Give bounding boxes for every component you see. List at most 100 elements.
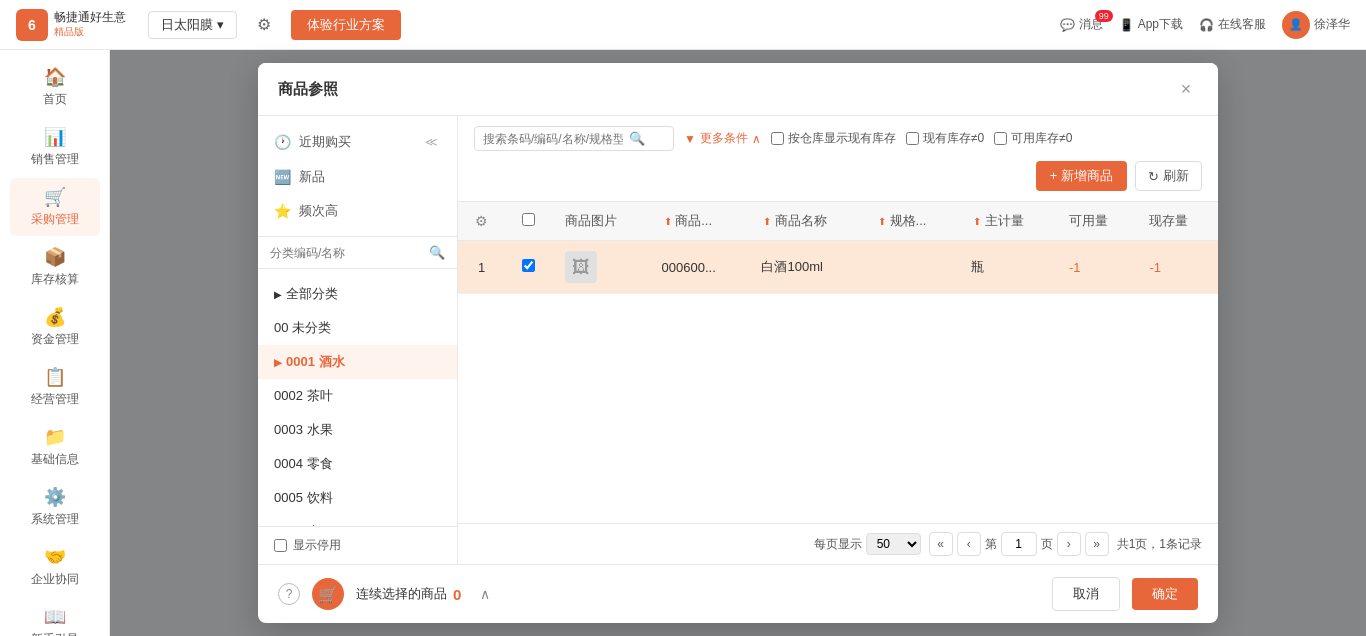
- help-button[interactable]: ?: [278, 583, 300, 605]
- confirm-button[interactable]: 确定: [1132, 578, 1198, 610]
- left-panel-tabs: 🕐 近期购买 ≪ 🆕 新品 ⭐ 频次高: [258, 116, 457, 237]
- sidebar-item-sales[interactable]: 📊 销售管理: [10, 118, 100, 176]
- page-input[interactable]: [1001, 532, 1037, 556]
- cat-all[interactable]: ▶ 全部分类: [258, 277, 457, 311]
- show-disabled-checkbox[interactable]: [274, 539, 287, 552]
- table-row[interactable]: 1 🖼 000600... 白酒100ml: [458, 241, 1218, 294]
- refresh-button[interactable]: ↻ 刷新: [1135, 161, 1202, 191]
- dropdown-label: 日太阳膜: [161, 16, 213, 34]
- warehouse-stock-input[interactable]: [771, 132, 784, 145]
- available-stock-input[interactable]: [994, 132, 1007, 145]
- per-page-select[interactable]: 50 100 200: [866, 533, 921, 555]
- user-item[interactable]: 👤 徐泽华: [1282, 11, 1350, 39]
- category-search-bar: 🔍: [258, 237, 457, 269]
- categories-list: ▶ 全部分类 00 未分类 ▶ 0001 酒水 0002 茶: [258, 269, 457, 526]
- footer-collapse-icon[interactable]: ∧: [473, 582, 497, 606]
- col-available-label: 可用量: [1069, 213, 1108, 228]
- app-label: App下载: [1138, 16, 1183, 33]
- add-product-button[interactable]: + 新增商品: [1036, 161, 1127, 191]
- cat-tea[interactable]: 0002 茶叶: [258, 379, 457, 413]
- product-search-box: 🔍: [474, 126, 674, 151]
- show-disabled-label: 显示停用: [293, 537, 341, 554]
- page-first-btn[interactable]: «: [929, 532, 953, 556]
- modal-overlay: 商品参照 × 🕐 近期购买 ≪ �: [110, 50, 1366, 636]
- cat-label-snack: 0004 零食: [274, 455, 333, 473]
- current-stock-label: 现有库存≠0: [923, 130, 984, 147]
- sidebar-label-basics: 基础信息: [31, 451, 79, 468]
- available-stock-label: 可用库存≠0: [1011, 130, 1072, 147]
- settings-icon[interactable]: ⚙: [249, 10, 279, 40]
- cat-alcohol[interactable]: ▶ 0001 酒水: [258, 345, 457, 379]
- col-settings-icon[interactable]: ⚙: [475, 213, 488, 229]
- sidebar-label-sales: 销售管理: [31, 151, 79, 168]
- username-label: 徐泽华: [1314, 16, 1350, 33]
- cat-unclassified[interactable]: 00 未分类: [258, 311, 457, 345]
- sidebar-label-guide: 新手引导: [31, 631, 79, 636]
- cancel-button[interactable]: 取消: [1052, 577, 1120, 611]
- message-item[interactable]: 💬 消息 99: [1060, 16, 1103, 33]
- sidebar: 🏠 首页 📊 销售管理 🛒 采购管理 📦 库存核算 💰 资金管理 📋 经营管理 …: [0, 50, 110, 636]
- product-reference-modal: 商品参照 × 🕐 近期购买 ≪ �: [258, 63, 1218, 623]
- sidebar-item-inventory[interactable]: 📦 库存核算: [10, 238, 100, 296]
- dropdown-selector[interactable]: 日太阳膜 ▾: [148, 11, 237, 39]
- headset-icon: 🎧: [1199, 18, 1214, 32]
- sort-icon-spec: ⬆: [878, 216, 886, 227]
- modal-body: 🕐 近期购买 ≪ 🆕 新品 ⭐ 频次高: [258, 116, 1218, 564]
- select-all-checkbox[interactable]: [522, 213, 535, 226]
- checkbox-warehouse-stock[interactable]: 按仓库显示现有库存: [771, 130, 896, 147]
- cat-fruit[interactable]: 0003 水果: [258, 413, 457, 447]
- sidebar-item-finance[interactable]: 💰 资金管理: [10, 298, 100, 356]
- category-search-input[interactable]: [270, 246, 423, 260]
- filter-more-btn[interactable]: ▼ 更多条件 ∧: [684, 130, 761, 147]
- filter-icon: ▼: [684, 132, 696, 146]
- system-icon: ⚙️: [44, 486, 66, 508]
- tab-recent-purchase[interactable]: 🕐 近期购买 ≪: [258, 124, 457, 160]
- filter-more-label: 更多条件: [700, 130, 748, 147]
- page-next-btn[interactable]: ›: [1057, 532, 1081, 556]
- inventory-icon: 📦: [44, 246, 66, 268]
- app-download-item[interactable]: 📱 App下载: [1119, 16, 1183, 33]
- checkbox-available-stock[interactable]: 可用库存≠0: [994, 130, 1072, 147]
- row-available-cell: -1: [1057, 241, 1137, 294]
- cat-snack[interactable]: 0004 零食: [258, 447, 457, 481]
- per-page-selector: 每页显示 50 100 200: [814, 533, 921, 555]
- cat-water[interactable]: 0008 水: [258, 515, 457, 526]
- cart-icon[interactable]: 🛒: [312, 578, 344, 610]
- footer-selected-text: 连续选择的商品 0: [356, 585, 461, 603]
- sidebar-label-home: 首页: [43, 91, 67, 108]
- sidebar-item-purchase[interactable]: 🛒 采购管理: [10, 178, 100, 236]
- tab-high-frequency[interactable]: ⭐ 频次高: [258, 194, 457, 228]
- col-spec-header: ⬆ 规格...: [864, 202, 959, 241]
- tab-new-product[interactable]: 🆕 新品: [258, 160, 457, 194]
- sidebar-item-home[interactable]: 🏠 首页: [10, 58, 100, 116]
- category-search-icon[interactable]: 🔍: [429, 245, 445, 260]
- col-settings: ⚙: [458, 202, 505, 241]
- content-area: 商品参照 × 🕐 近期购买 ≪ �: [110, 50, 1366, 636]
- collapse-icon[interactable]: ≪: [421, 132, 441, 152]
- col-name-label: 商品名称: [775, 213, 827, 228]
- product-search-icon[interactable]: 🔍: [629, 131, 645, 146]
- logo-text: 畅捷通好生意: [54, 10, 126, 26]
- sidebar-item-operations[interactable]: 📋 经营管理: [10, 358, 100, 416]
- service-item[interactable]: 🎧 在线客服: [1199, 16, 1266, 33]
- sidebar-item-basics[interactable]: 📁 基础信息: [10, 418, 100, 476]
- modal-close-button[interactable]: ×: [1174, 77, 1198, 101]
- page-prev-btn[interactable]: ‹: [957, 532, 981, 556]
- trial-button[interactable]: 体验行业方案: [291, 10, 401, 40]
- product-search-input[interactable]: [483, 132, 623, 146]
- current-stock-input[interactable]: [906, 132, 919, 145]
- per-page-label: 每页显示: [814, 536, 862, 553]
- page-last-btn[interactable]: »: [1085, 532, 1109, 556]
- left-panel: 🕐 近期购买 ≪ 🆕 新品 ⭐ 频次高: [258, 116, 458, 564]
- page-navigation: « ‹ 第 页 › »: [929, 532, 1109, 556]
- sidebar-item-system[interactable]: ⚙️ 系统管理: [10, 478, 100, 536]
- cat-beverage[interactable]: 0005 饮料: [258, 481, 457, 515]
- operations-icon: 📋: [44, 366, 66, 388]
- sidebar-item-enterprise[interactable]: 🤝 企业协同: [10, 538, 100, 596]
- footer-count: 0: [453, 586, 461, 603]
- row-checkbox[interactable]: [522, 259, 535, 272]
- sidebar-item-guide[interactable]: 📖 新手引导: [10, 598, 100, 636]
- col-image-header: 商品图片: [553, 202, 650, 241]
- checkbox-current-stock[interactable]: 现有库存≠0: [906, 130, 984, 147]
- col-code-header: ⬆ 商品...: [650, 202, 750, 241]
